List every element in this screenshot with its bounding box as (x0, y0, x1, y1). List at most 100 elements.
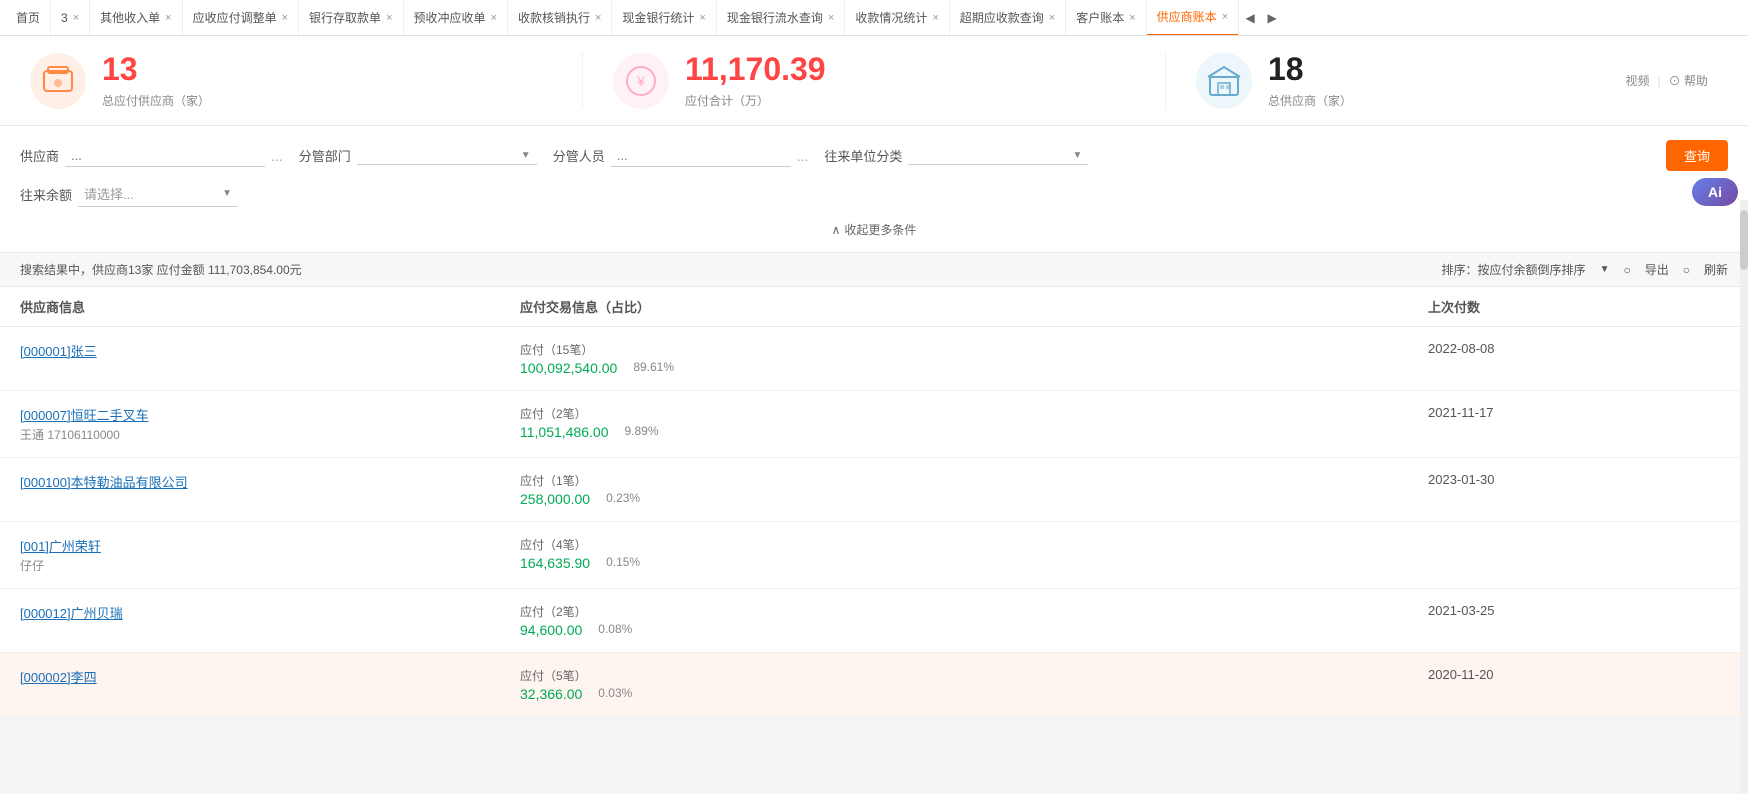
nav-tab-overdue-label: 超期应收款查询 (960, 9, 1044, 26)
supplier-cell: [001]广州荣轩 仔仔 (20, 536, 520, 574)
nav-tab-home-label: 首页 (16, 9, 40, 26)
nav-tab-collection[interactable]: 收款核销执行 × (508, 0, 612, 36)
person-input[interactable] (611, 145, 791, 167)
nav-tab-prepay[interactable]: 预收冲应收单 × (404, 0, 508, 36)
nav-tab-supplier-ledger-label: 供应商账本 (1157, 8, 1217, 25)
stat-info-payable-suppliers: 13 总应付供应商（家） (102, 52, 210, 108)
close-icon[interactable]: × (932, 12, 938, 24)
header-tx: 应付交易信息（占比） (520, 297, 1428, 316)
table-header: 供应商信息 应付交易信息（占比） 上次付数 (0, 287, 1748, 327)
nav-tab-bank[interactable]: 银行存取款单 × (299, 0, 403, 36)
supplier-link[interactable]: [000012]广州贝瑞 (20, 606, 123, 621)
supplier-input[interactable] (65, 145, 265, 167)
close-icon[interactable]: × (595, 12, 601, 24)
supplier-link[interactable]: [000007]恒旺二手叉车 (20, 408, 149, 423)
supplier-link[interactable]: [000100]本特勒油品有限公司 (20, 475, 188, 490)
nav-tab-receipt-stat[interactable]: 收款情况统计 × (845, 0, 949, 36)
sort-label[interactable]: 排序：按应付余额倒序排序 (1442, 261, 1586, 278)
stat-block-total-suppliers: 18 总供应商（家） 视频 | ⊙ 帮助 (1166, 52, 1748, 108)
nav-tab-cash-bank-label: 现金银行统计 (622, 9, 694, 26)
close-icon[interactable]: × (73, 12, 79, 24)
help-video-link[interactable]: 视频 (1626, 72, 1650, 89)
nav-tab-customer-ledger[interactable]: 客户账本 × (1066, 0, 1146, 36)
balance-placeholder: 请选择... (84, 184, 218, 203)
last-pay-cell: 2023-01-30 (1428, 472, 1728, 487)
category-filter-label: 往来单位分类 (824, 146, 902, 165)
export-button[interactable]: 导出 (1645, 261, 1669, 278)
supplier-name: 张三 (71, 344, 97, 359)
top-nav: 首页 3 × 其他收入单 × 应收应付调整单 × 银行存取款单 × 预收冲应收单… (0, 0, 1748, 36)
nav-tab-customer-ledger-label: 客户账本 (1076, 9, 1124, 26)
nav-tab-adjustment[interactable]: 应收应付调整单 × (183, 0, 299, 36)
scrollbar-thumb[interactable] (1740, 210, 1748, 270)
stat-info-total-suppliers: 18 总供应商（家） (1268, 52, 1352, 108)
close-icon[interactable]: × (1129, 12, 1135, 24)
tx-amount: 11,051,486.00 (520, 424, 609, 440)
close-icon[interactable]: × (1222, 11, 1228, 23)
nav-next-arrow[interactable]: ▶ (1261, 0, 1283, 36)
tx-label: 应付（4笔） (520, 536, 1428, 553)
tx-percent: 0.23% (606, 491, 640, 505)
search-button[interactable]: 查询 (1666, 140, 1728, 171)
tx-cell: 应付（1笔） 258,000.00 0.23% (520, 472, 1428, 507)
nav-tab-other-income[interactable]: 其他收入单 × (90, 0, 182, 36)
tx-cell: 应付（4笔） 164,635.90 0.15% (520, 536, 1428, 571)
nav-prev-arrow[interactable]: ◀ (1239, 0, 1261, 36)
close-icon[interactable]: × (282, 12, 288, 24)
ai-button[interactable]: Ai (1692, 178, 1738, 206)
chevron-down-icon: ▼ (1600, 264, 1610, 275)
stat-help: 视频 | ⊙ 帮助 (1626, 72, 1719, 89)
supplier-link[interactable]: [001]广州荣轩 (20, 539, 101, 554)
collapse-chevron-icon: ∧ (832, 223, 841, 237)
help-link[interactable]: ⊙ 帮助 (1669, 72, 1708, 89)
supplier-name: 广州贝瑞 (71, 606, 123, 621)
close-icon[interactable]: × (699, 12, 705, 24)
close-icon[interactable]: × (828, 12, 834, 24)
nav-tab-cashflow-label: 现金银行流水查询 (727, 9, 823, 26)
tx-cell: 应付（2笔） 11,051,486.00 9.89% (520, 405, 1428, 440)
last-pay-date: 2022-08-08 (1428, 341, 1495, 356)
dept-dropdown-arrow[interactable]: ▼ (521, 150, 531, 161)
tx-cell: 应付（5笔） 32,366.00 0.03% (520, 667, 1428, 702)
svg-text:¥: ¥ (636, 73, 645, 89)
filter-area: 供应商 ... 分管部门 ▼ 分管人员 ... 往来单位分类 ▼ 查询 往来 (0, 126, 1748, 253)
supplier-cell: [000001]张三 (20, 341, 520, 360)
store-icon (1206, 63, 1242, 99)
stat-number-total-suppliers: 18 (1268, 52, 1352, 87)
close-icon[interactable]: × (491, 12, 497, 24)
supplier-id: [000012] (20, 606, 71, 621)
nav-tab-cash-bank[interactable]: 现金银行统计 × (612, 0, 716, 36)
last-pay-cell: 2020-11-20 (1428, 667, 1728, 682)
supplier-name: 恒旺二手叉车 (71, 408, 149, 423)
category-dropdown-arrow[interactable]: ▼ (1073, 150, 1083, 161)
refresh-button[interactable]: 刷新 (1704, 261, 1728, 278)
tx-percent: 0.15% (606, 555, 640, 569)
stat-block-payable-suppliers: 13 总应付供应商（家） (0, 52, 583, 108)
close-icon[interactable]: × (1049, 12, 1055, 24)
last-pay-cell: 2022-08-08 (1428, 341, 1728, 356)
tx-amount: 258,000.00 (520, 491, 590, 507)
table-row: [000001]张三 应付（15笔） 100,092,540.00 89.61%… (0, 327, 1748, 391)
nav-tab-overdue[interactable]: 超期应收款查询 × (950, 0, 1066, 36)
supplier-cell: [000012]广州贝瑞 (20, 603, 520, 622)
close-icon[interactable]: × (165, 12, 171, 24)
nav-tab-3[interactable]: 3 × (51, 0, 90, 36)
nav-tab-home[interactable]: 首页 (6, 0, 51, 36)
tx-percent: 0.08% (598, 622, 632, 636)
nav-tab-supplier-ledger[interactable]: 供应商账本 × (1147, 0, 1239, 36)
table-row: [000007]恒旺二手叉车 王通 17106110000 应付（2笔） 11,… (0, 391, 1748, 458)
collapse-button[interactable]: ∧ 收起更多条件 (20, 217, 1728, 242)
tx-row: 164,635.90 0.15% (520, 553, 1428, 571)
tx-percent: 89.61% (633, 360, 674, 374)
balance-dropdown-arrow[interactable]: ▼ (222, 188, 232, 199)
supplier-link[interactable]: [000001]张三 (20, 344, 97, 359)
supplier-id: [001] (20, 539, 49, 554)
tx-row: 11,051,486.00 9.89% (520, 422, 1428, 440)
supplier-link[interactable]: [000002]李四 (20, 670, 97, 685)
supplier-sub-info: 王通 17106110000 (20, 426, 520, 443)
nav-tab-cashflow[interactable]: 现金银行流水查询 × (717, 0, 845, 36)
right-scrollbar[interactable] (1740, 200, 1748, 794)
close-icon[interactable]: × (386, 12, 392, 24)
table-row: [001]广州荣轩 仔仔 应付（4笔） 164,635.90 0.15% (0, 522, 1748, 589)
tx-row: 94,600.00 0.08% (520, 620, 1428, 638)
